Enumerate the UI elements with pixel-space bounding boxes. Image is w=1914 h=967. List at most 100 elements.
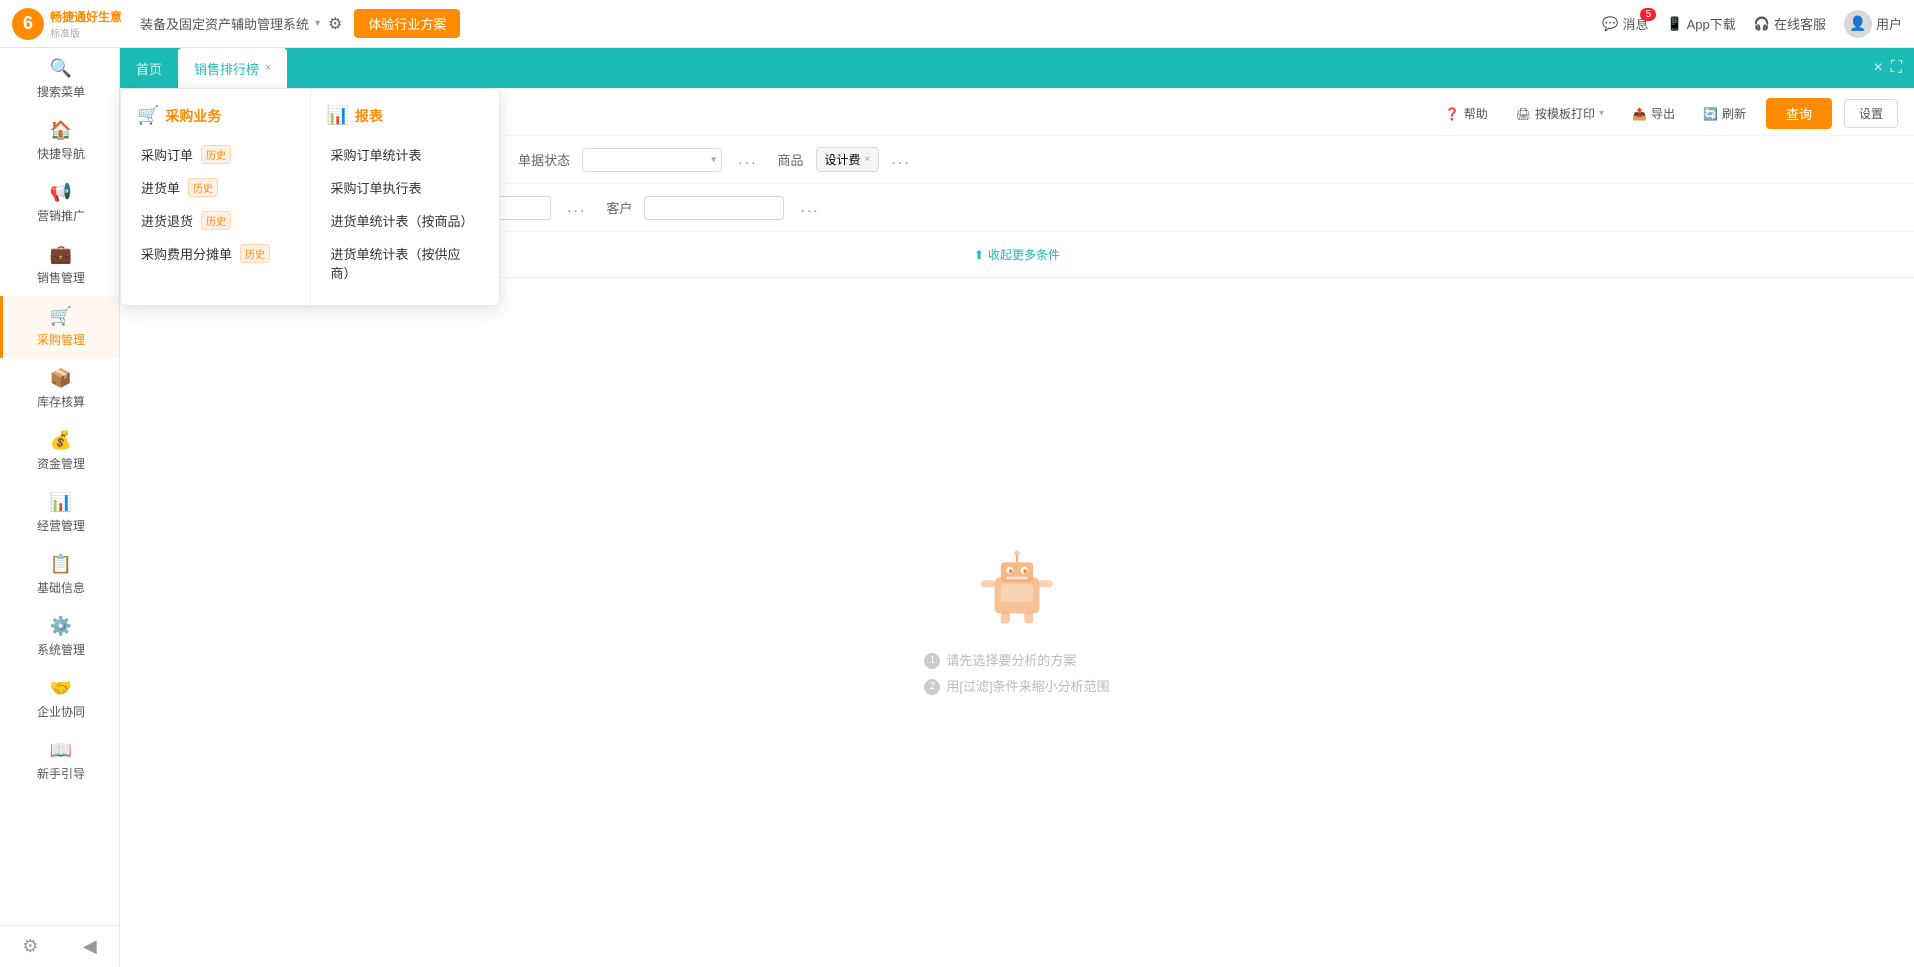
user-label: 用户: [1876, 14, 1902, 33]
dropdown-item-label: 进货单: [141, 178, 180, 197]
system-title-dropdown-arrow[interactable]: ▾: [315, 18, 320, 29]
help-button[interactable]: ❓ 帮助: [1437, 101, 1496, 126]
help-icon: ❓: [1445, 107, 1460, 121]
print-button[interactable]: 🖨 按模板打印 ▾: [1508, 101, 1612, 126]
tab-fullscreen-icon[interactable]: ⛶: [1891, 59, 1902, 77]
doc-status-label: 单据状态: [518, 150, 570, 169]
sidebar: 🔍 搜索菜单 🏠 快捷导航 📢 营销推广 💼 销售管理 🛒 采购管理 📦 库存核…: [0, 48, 120, 967]
settings-icon[interactable]: ⚙: [328, 14, 342, 34]
customer-select[interactable]: [644, 196, 784, 220]
tab-home[interactable]: 首页: [120, 48, 178, 88]
sidebar-item-basic[interactable]: 📋 基础信息: [0, 544, 119, 606]
dropdown-item-purchase-order[interactable]: 采购订单 历史: [137, 138, 294, 171]
tab-bar: 首页 销售排行榜 × × ⛶: [120, 48, 1914, 88]
app-download-button[interactable]: 📱 App下载: [1666, 14, 1735, 33]
refresh-label: 刷新: [1722, 105, 1746, 122]
sidebar-item-marketing[interactable]: 📢 营销推广: [0, 172, 119, 234]
guide-icon: 📖: [50, 740, 72, 761]
tab-home-label: 首页: [136, 59, 162, 78]
top-header: 6 畅捷通好生意 标准版 装备及固定资产辅助管理系统 ▾ ⚙ 体验行业方案 💬 …: [0, 0, 1914, 48]
dropdown-col-purchase-title: 采购业务: [165, 106, 221, 126]
app-download-label: App下载: [1687, 14, 1736, 33]
sidebar-item-system[interactable]: ⚙️ 系统管理: [0, 606, 119, 668]
goods-dots[interactable]: ...: [891, 151, 910, 169]
dropdown-col-purchase-header: 🛒 采购业务: [137, 105, 294, 126]
user-area[interactable]: 👤 用户: [1844, 10, 1902, 38]
empty-state-illustration: [972, 546, 1062, 636]
history-tag-return: 历史: [201, 211, 231, 230]
marketing-icon: 📢: [50, 182, 72, 203]
dropdown-item-purchase-receipt[interactable]: 进货单 历史: [137, 171, 294, 204]
dropdown-item-order-stats[interactable]: 采购订单统计表: [327, 138, 484, 171]
collapse-label: 收起更多条件: [988, 246, 1060, 263]
enterprise-icon: 🤝: [50, 678, 72, 699]
dropdown-item-purchase-return[interactable]: 进货退货 历史: [137, 204, 294, 237]
settings-button[interactable]: 设置: [1844, 99, 1898, 128]
sidebar-item-finance[interactable]: 💰 资金管理: [0, 420, 119, 482]
goods-tag-text: 设计费: [825, 151, 861, 168]
system-icon: ⚙️: [50, 616, 72, 637]
empty-hint-1-text: 请先选择要分析的方案: [946, 648, 1076, 674]
phone-icon: 📱: [1666, 16, 1682, 32]
dropdown-item-receipt-stats-goods[interactable]: 进货单统计表（按商品）: [327, 204, 484, 237]
salesman-dots[interactable]: ...: [567, 199, 586, 217]
history-tag-expense: 历史: [240, 244, 270, 263]
print-icon: 🖨: [1516, 107, 1531, 121]
dropdown-item-purchase-expense[interactable]: 采购费用分摊单 历史: [137, 237, 294, 270]
sidebar-item-label: 资金管理: [37, 455, 85, 472]
trial-button[interactable]: 体验行业方案: [354, 9, 460, 38]
dropdown-col-reports-title: 报表: [355, 106, 383, 126]
sidebar-item-sales[interactable]: 💼 销售管理: [0, 234, 119, 296]
avatar: 👤: [1844, 10, 1872, 38]
sidebar-item-label: 搜索菜单: [37, 83, 85, 100]
print-dropdown-arrow[interactable]: ▾: [1599, 108, 1604, 119]
empty-hint-2-text: 用[过滤]条件来缩小分析范围: [946, 674, 1109, 700]
sidebar-item-nav[interactable]: 🏠 快捷导航: [0, 110, 119, 172]
tab-close-icon[interactable]: ×: [265, 62, 271, 74]
doc-status-select[interactable]: ▾: [582, 148, 722, 172]
empty-hint-2: 2 用[过滤]条件来缩小分析范围: [924, 674, 1109, 700]
tab-bar-right: × ⛶: [1873, 59, 1914, 77]
goods-tag-remove[interactable]: ×: [865, 154, 871, 165]
collapse-button[interactable]: ⬆ 收起更多条件: [974, 238, 1060, 271]
collapse-up-icon: ⬆: [974, 248, 984, 262]
dropdown-item-order-execution[interactable]: 采购订单执行表: [327, 171, 484, 204]
dropdown-item-label: 进货单统计表（按商品）: [331, 211, 474, 230]
dropdown-col-reports: 📊 报表 采购订单统计表 采购订单执行表 进货单统计表（按商品） 进货单统计表（…: [311, 89, 500, 305]
sidebar-item-label: 营销推广: [37, 207, 85, 224]
refresh-button[interactable]: 🔄 刷新: [1695, 101, 1754, 126]
tab-sales-rank[interactable]: 销售排行榜 ×: [178, 48, 287, 88]
sidebar-item-inventory[interactable]: 📦 库存核算: [0, 358, 119, 420]
sidebar-item-guide[interactable]: 📖 新手引导: [0, 730, 119, 792]
sidebar-item-enterprise[interactable]: 🤝 企业协同: [0, 668, 119, 730]
history-tag-receipt: 历史: [188, 178, 218, 197]
empty-state: 1 请先选择要分析的方案 2 用[过滤]条件来缩小分析范围: [120, 278, 1914, 967]
purchase-icon: 🛒: [50, 306, 72, 327]
logo-icon: 6: [12, 8, 44, 40]
sales-icon: 💼: [50, 244, 72, 265]
sidebar-item-label: 库存核算: [37, 393, 85, 410]
doc-status-dots[interactable]: ...: [738, 151, 757, 169]
customer-dots[interactable]: ...: [800, 199, 819, 217]
sidebar-collapse-icon[interactable]: ◀: [83, 936, 97, 957]
sidebar-item-operations[interactable]: 📊 经营管理: [0, 482, 119, 544]
sidebar-bottom: ⚙ ◀: [0, 925, 119, 967]
customer-label: 客户: [606, 198, 632, 217]
sidebar-item-label: 快捷导航: [37, 145, 85, 162]
sidebar-item-label: 基础信息: [37, 579, 85, 596]
query-button[interactable]: 查询: [1766, 98, 1832, 129]
dropdown-item-receipt-stats-supplier[interactable]: 进货单统计表（按供应商）: [327, 237, 484, 289]
sidebar-item-purchase[interactable]: 🛒 采购管理: [0, 296, 119, 358]
tab-window-close-icon[interactable]: ×: [1873, 59, 1882, 77]
logo-area: 6 畅捷通好生意 标准版: [12, 8, 132, 40]
sidebar-item-label: 经营管理: [37, 517, 85, 534]
tab-sales-rank-label: 销售排行榜: [194, 59, 259, 78]
print-label: 按模板打印: [1535, 105, 1595, 122]
message-button[interactable]: 💬 消息 5: [1602, 14, 1648, 33]
empty-hint-1: 1 请先选择要分析的方案: [924, 648, 1109, 674]
export-button[interactable]: 📤 导出: [1624, 101, 1683, 126]
sidebar-item-search[interactable]: 🔍 搜索菜单: [0, 48, 119, 110]
dropdown-item-label: 进货单统计表（按供应商）: [331, 244, 480, 282]
sidebar-settings-icon[interactable]: ⚙: [22, 936, 38, 957]
online-service-button[interactable]: 🎧 在线客服: [1754, 14, 1826, 33]
